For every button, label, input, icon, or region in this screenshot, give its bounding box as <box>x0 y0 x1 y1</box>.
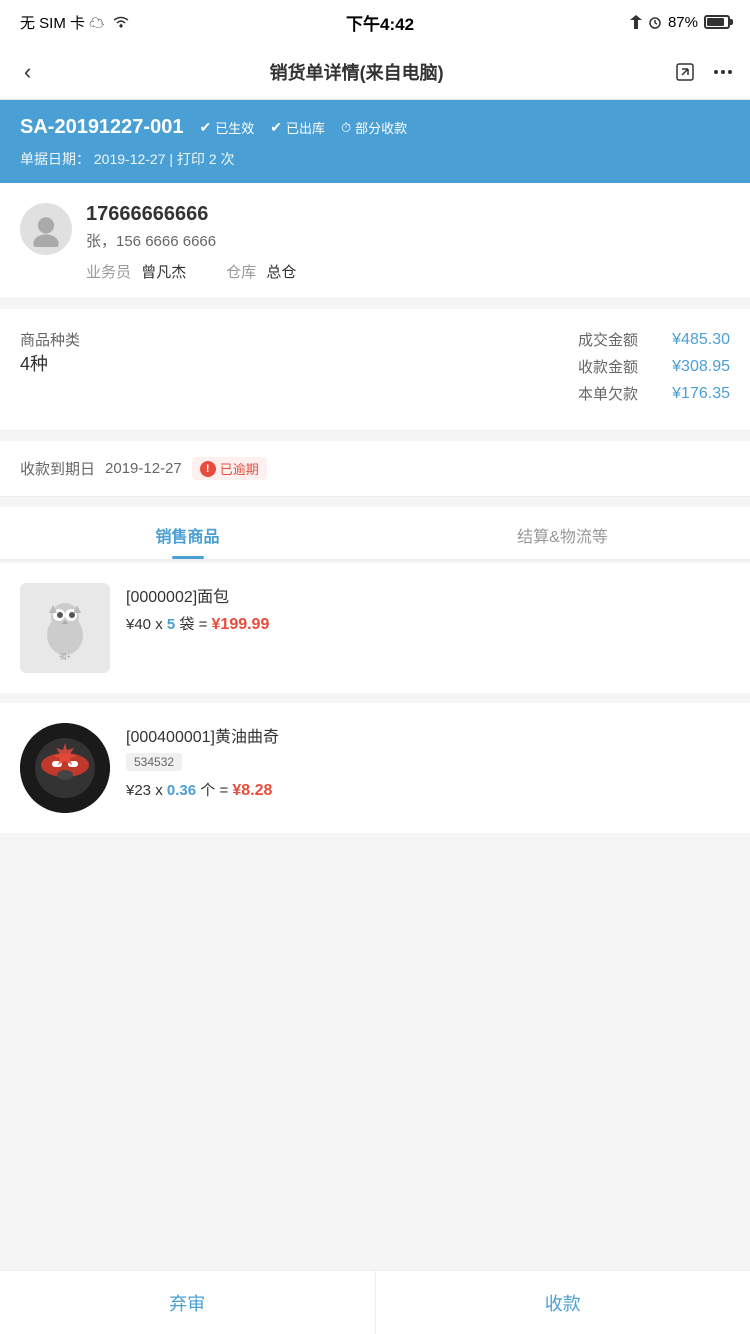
amount-value: ¥485.30 <box>650 331 730 349</box>
date-label: 单据日期： <box>20 151 90 167</box>
product-price-1: ¥40 x 5 袋 = ¥199.99 <box>126 613 730 634</box>
back-button[interactable]: ‹ <box>16 51 39 93</box>
banner-date-row: 单据日期： 2019-12-27 | 打印 2 次 <box>20 149 730 169</box>
qty-2: 0.36 <box>167 782 196 799</box>
received-label: 收款金额 <box>578 356 638 377</box>
warehouse-value: 总仓 <box>266 264 296 281</box>
product-name-2: [000400001]黄油曲奇 <box>126 723 730 747</box>
status-time: 下午4:42 <box>346 10 414 35</box>
overdue-badge: ! 已逾期 <box>192 457 267 480</box>
due-date: 2019-12-27 <box>105 460 182 477</box>
product-name-1: [0000002]面包 <box>126 583 730 607</box>
product-list: 鸮+ [0000002]面包 ¥40 x 5 袋 = ¥199.99 <box>0 563 750 907</box>
qty-1: 5 <box>167 616 175 633</box>
cancel-review-label: 弃审 <box>169 1290 205 1316</box>
bottom-spacer <box>0 843 750 907</box>
svg-text:鸮+: 鸮+ <box>59 652 70 661</box>
cancel-review-button[interactable]: 弃审 <box>0 1271 376 1334</box>
customer-meta: 业务员 曾凡杰 仓库 总仓 <box>86 261 730 282</box>
salesperson-value: 曾凡杰 <box>141 264 186 281</box>
status-left: 无 SIM 卡 ☁ <box>20 12 130 33</box>
order-date: 2019-12-27 <box>94 151 166 167</box>
battery-icon <box>704 15 730 29</box>
page-title: 销货单详情(来自电脑) <box>270 59 444 85</box>
price-1: ¥40 <box>126 616 151 633</box>
warehouse-field: 仓库 总仓 <box>226 261 296 282</box>
product-info-1: [0000002]面包 ¥40 x 5 袋 = ¥199.99 <box>126 583 730 634</box>
wifi-icon <box>112 15 130 29</box>
tab-sales-products[interactable]: 销售商品 <box>0 507 375 559</box>
product-tag-2: 534532 <box>126 753 182 771</box>
debt-label: 本单欠款 <box>578 383 638 404</box>
share-icon[interactable] <box>674 61 696 83</box>
header-banner: SA-20191227-001 ✔ 已生效 ✔ 已出库 ⏱ 部分收款 单据日期：… <box>0 100 750 183</box>
total-2: ¥8.28 <box>232 782 272 799</box>
list-item: [000400001]黄油曲奇 534532 ¥23 x 0.36 个 = ¥8… <box>0 703 750 833</box>
summary-grid: 商品种类 4种 成交金额 ¥485.30 收款金额 ¥308.95 本单欠款 ¥… <box>20 329 730 410</box>
amount-row: 成交金额 ¥485.30 <box>578 329 730 350</box>
alarm-icon <box>648 15 662 29</box>
product-thumbnail-2 <box>20 723 110 813</box>
battery-fill <box>707 18 724 26</box>
due-label: 收款到期日 <box>20 458 95 479</box>
location-icon <box>630 15 642 29</box>
receive-payment-label: 收款 <box>545 1290 581 1316</box>
nav-bar: ‹ 销货单详情(来自电脑) <box>0 44 750 100</box>
tabs: 销售商品 结算&物流等 <box>0 507 750 559</box>
tabs-section: 销售商品 结算&物流等 <box>0 507 750 561</box>
badge-shipped: ✔ 已出库 <box>270 118 325 137</box>
product-price-2: ¥23 x 0.36 个 = ¥8.28 <box>126 779 730 800</box>
avatar <box>20 203 72 255</box>
sim-label: 无 SIM 卡 ☁ <box>20 12 104 33</box>
price-2: ¥23 <box>126 782 151 799</box>
debt-value: ¥176.35 <box>650 385 730 403</box>
unit-1: 袋 <box>179 616 194 633</box>
badge-effective: ✔ 已生效 <box>199 118 254 137</box>
received-value: ¥308.95 <box>650 358 730 376</box>
status-bar: 无 SIM 卡 ☁ 下午4:42 87% <box>0 0 750 44</box>
owl-image: 鸮+ <box>30 593 100 663</box>
more-icon[interactable] <box>712 61 734 83</box>
salesperson-field: 业务员 曾凡杰 <box>86 261 186 282</box>
received-row: 收款金额 ¥308.95 <box>578 356 730 377</box>
summary-right: 成交金额 ¥485.30 收款金额 ¥308.95 本单欠款 ¥176.35 <box>578 329 730 410</box>
receive-payment-button[interactable]: 收款 <box>376 1271 750 1334</box>
avatar-icon <box>28 211 64 247</box>
summary-left: 商品种类 4种 <box>20 329 80 376</box>
banner-row1: SA-20191227-001 ✔ 已生效 ✔ 已出库 ⏱ 部分收款 <box>20 116 730 139</box>
battery-percent: 87% <box>668 14 698 31</box>
list-item: 鸮+ [0000002]面包 ¥40 x 5 袋 = ¥199.99 <box>0 563 750 693</box>
status-right: 87% <box>630 14 730 31</box>
summary-section: 商品种类 4种 成交金额 ¥485.30 收款金额 ¥308.95 本单欠款 ¥… <box>0 309 750 431</box>
customer-info: 17666666666 张，156 6666 6666 业务员 曾凡杰 仓库 总… <box>86 203 730 282</box>
amount-label: 成交金额 <box>578 329 638 350</box>
unit-2: 个 <box>200 782 215 799</box>
tab-settlement[interactable]: 结算&物流等 <box>375 507 750 559</box>
overdue-icon: ! <box>200 461 216 477</box>
salesperson-label: 业务员 <box>86 264 131 281</box>
debt-row: 本单欠款 ¥176.35 <box>578 383 730 404</box>
due-section: 收款到期日 2019-12-27 ! 已逾期 <box>0 441 750 497</box>
print-info: | 打印 2 次 <box>169 151 234 167</box>
customer-name: 17666666666 <box>86 203 730 226</box>
total-1: ¥199.99 <box>212 616 270 633</box>
category-label: 商品种类 <box>20 329 80 350</box>
product-thumbnail-1: 鸮+ <box>20 583 110 673</box>
nav-right <box>674 61 734 83</box>
product-info-2: [000400001]黄油曲奇 534532 ¥23 x 0.36 个 = ¥8… <box>126 723 730 800</box>
category-count: 4种 <box>20 350 80 376</box>
warehouse-label: 仓库 <box>226 264 256 281</box>
customer-phone: 张，156 6666 6666 <box>86 230 730 251</box>
bottom-bar: 弃审 收款 <box>0 1270 750 1334</box>
ninja-image <box>20 723 110 813</box>
overdue-text: 已逾期 <box>220 459 259 478</box>
badge-partial: ⏱ 部分收款 <box>341 118 407 137</box>
customer-section: 17666666666 张，156 6666 6666 业务员 曾凡杰 仓库 总… <box>0 183 750 299</box>
order-id: SA-20191227-001 <box>20 116 183 139</box>
